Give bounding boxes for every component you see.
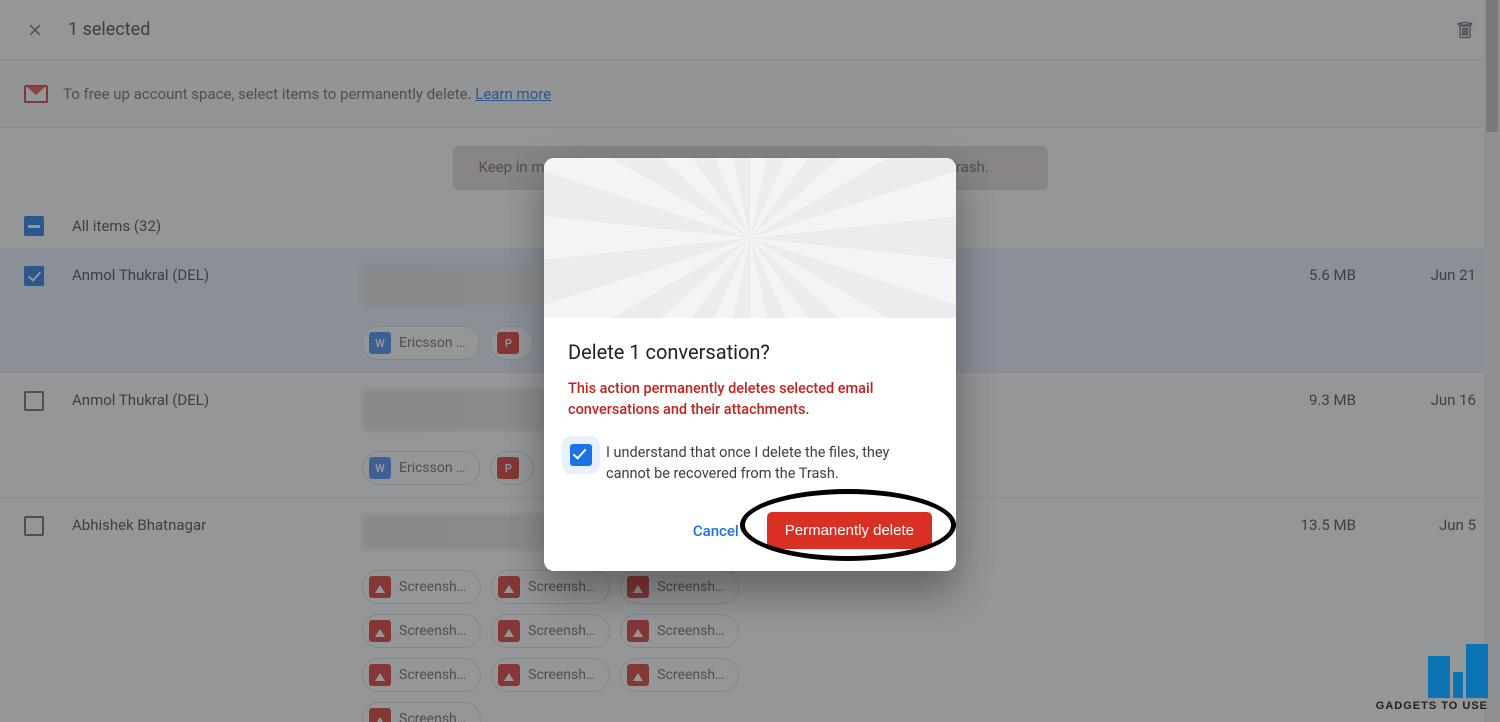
watermark: GADGETS TO USE <box>1376 644 1488 712</box>
dialog-title: Delete 1 conversation? <box>568 340 932 364</box>
watermark-logo-icon <box>1428 644 1488 698</box>
permanently-delete-button[interactable]: Permanently delete <box>767 512 932 549</box>
dialog-illustration <box>544 158 956 318</box>
acknowledge-checkbox[interactable] <box>570 444 592 466</box>
app-root: 1 selected To free up account space, sel… <box>0 0 1500 722</box>
acknowledge-text: I understand that once I delete the file… <box>606 442 932 484</box>
delete-confirm-dialog: Delete 1 conversation? This action perma… <box>544 158 956 571</box>
modal-overlay: Delete 1 conversation? This action perma… <box>0 0 1500 722</box>
acknowledge-row[interactable]: I understand that once I delete the file… <box>568 438 932 490</box>
watermark-text: GADGETS TO USE <box>1376 700 1488 712</box>
dialog-actions: Cancel Permanently delete <box>568 512 932 549</box>
dialog-warning: This action permanently deletes selected… <box>568 378 932 420</box>
cancel-button[interactable]: Cancel <box>687 514 745 548</box>
